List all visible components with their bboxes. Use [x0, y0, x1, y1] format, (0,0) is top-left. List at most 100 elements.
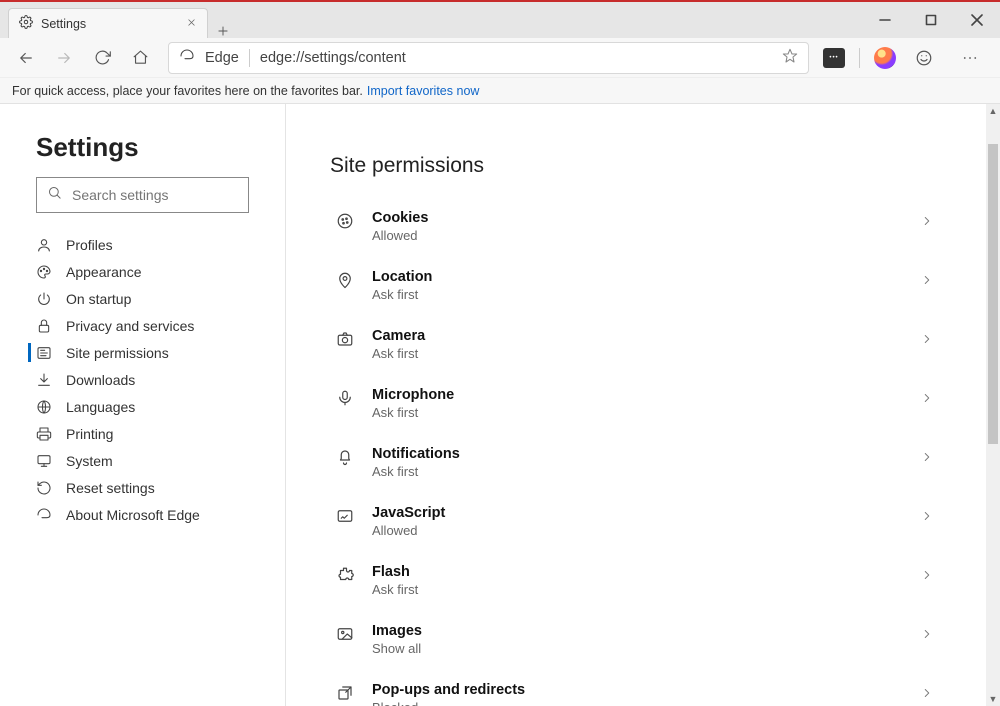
lock-icon: [36, 318, 52, 334]
refresh-button[interactable]: [84, 40, 120, 76]
sidebar-item-privacy-and-services[interactable]: Privacy and services: [0, 312, 285, 339]
sidebar-item-system[interactable]: System: [0, 447, 285, 474]
titlebar: Settings: [0, 2, 1000, 38]
permission-images[interactable]: Images Show all: [330, 613, 940, 666]
permission-title: Pop-ups and redirects: [372, 682, 902, 698]
browser-tab[interactable]: Settings: [8, 8, 208, 38]
permission-title: Microphone: [372, 387, 902, 403]
maximize-button[interactable]: [908, 2, 954, 38]
permission-flash[interactable]: FlashAsk first: [330, 554, 940, 607]
scroll-up-icon[interactable]: ▲: [986, 104, 1000, 118]
toolbar-separator: [859, 48, 860, 68]
search-settings-box[interactable]: [36, 177, 249, 213]
sidebar-item-label: Printing: [66, 426, 113, 442]
permission-status: Allowed: [372, 523, 902, 538]
permission-notifications[interactable]: NotificationsAsk first: [330, 436, 940, 489]
permission-title: JavaScript: [372, 505, 902, 521]
bell-icon: [336, 448, 354, 471]
chevron-right-icon: [920, 568, 934, 587]
download-icon: [36, 372, 52, 388]
minimize-button[interactable]: [862, 2, 908, 38]
js-icon: [336, 507, 354, 530]
permission-cookies[interactable]: CookiesAllowed: [330, 200, 940, 253]
address-brand: Edge: [205, 50, 239, 66]
image-icon: [336, 625, 354, 648]
edge-logo-icon: [179, 48, 195, 68]
permission-status: Blocked: [372, 700, 902, 706]
toolbar: Edge edge://settings/content •••: [0, 38, 1000, 78]
puzzle-icon: [336, 566, 354, 589]
sidebar-item-reset-settings[interactable]: Reset settings: [0, 474, 285, 501]
mic-icon: [336, 389, 354, 412]
section-heading: Site permissions: [330, 154, 940, 178]
profile-avatar[interactable]: [874, 47, 896, 69]
sidebar-item-label: Reset settings: [66, 480, 155, 496]
palette-icon: [36, 264, 52, 280]
permission-title: Notifications: [372, 446, 902, 462]
monitor-icon: [36, 453, 52, 469]
close-window-button[interactable]: [954, 2, 1000, 38]
favorite-star-icon[interactable]: [782, 48, 798, 68]
chevron-right-icon: [920, 214, 934, 233]
sidebar-item-languages[interactable]: Languages: [0, 393, 285, 420]
sidebar-item-label: Privacy and services: [66, 318, 194, 334]
import-favorites-link[interactable]: Import favorites now: [367, 84, 480, 98]
chevron-right-icon: [920, 332, 934, 351]
feedback-smiley-icon[interactable]: [906, 40, 942, 76]
location-icon: [336, 271, 354, 294]
permission-title: Cookies: [372, 210, 902, 226]
scrollbar[interactable]: ▲ ▼: [986, 104, 1000, 706]
sidebar-item-printing[interactable]: Printing: [0, 420, 285, 447]
popup-icon: [336, 684, 354, 706]
permission-microphone[interactable]: Microphone Ask first: [330, 377, 940, 430]
translate-extension-icon[interactable]: •••: [823, 48, 845, 68]
edge-icon: [36, 507, 52, 523]
forward-button[interactable]: [46, 40, 82, 76]
sidebar-item-about-microsoft-edge[interactable]: About Microsoft Edge: [0, 501, 285, 528]
sidebar-item-on-startup[interactable]: On startup: [0, 285, 285, 312]
sidebar-item-label: About Microsoft Edge: [66, 507, 200, 523]
permission-status: Ask first: [372, 287, 902, 302]
scroll-down-icon[interactable]: ▼: [986, 692, 1000, 706]
search-icon: [47, 185, 62, 205]
sidebar-item-label: Languages: [66, 399, 135, 415]
chevron-right-icon: [920, 509, 934, 528]
sidebar-item-label: Downloads: [66, 372, 135, 388]
sidebar-item-appearance[interactable]: Appearance: [0, 258, 285, 285]
globe-icon: [36, 399, 52, 415]
user-icon: [36, 237, 52, 253]
favorites-bar: For quick access, place your favorites h…: [0, 78, 1000, 104]
new-tab-button[interactable]: [208, 8, 238, 38]
settings-sidebar: Settings ProfilesAppearanceOn startupPri…: [0, 104, 286, 706]
permission-status: Show all: [372, 641, 902, 656]
permission-camera[interactable]: CameraAsk first: [330, 318, 940, 371]
permission-location[interactable]: Location Ask first: [330, 259, 940, 312]
sidebar-item-label: Site permissions: [66, 345, 169, 361]
address-bar[interactable]: Edge edge://settings/content: [168, 42, 809, 74]
favorites-hint: For quick access, place your favorites h…: [12, 84, 363, 98]
sidebar-item-label: System: [66, 453, 113, 469]
more-menu-button[interactable]: [952, 40, 988, 76]
permission-pop-ups-and-redirects[interactable]: Pop-ups and redirects Blocked: [330, 672, 940, 706]
sidebar-item-downloads[interactable]: Downloads: [0, 366, 285, 393]
address-url: edge://settings/content: [260, 50, 406, 66]
search-input[interactable]: [72, 187, 253, 203]
close-tab-icon[interactable]: [186, 17, 197, 31]
back-button[interactable]: [8, 40, 44, 76]
permission-title: Location: [372, 269, 902, 285]
sidebar-item-profiles[interactable]: Profiles: [0, 231, 285, 258]
home-button[interactable]: [122, 40, 158, 76]
permission-javascript[interactable]: JavaScript Allowed: [330, 495, 940, 548]
printer-icon: [36, 426, 52, 442]
permission-title: Images: [372, 623, 902, 639]
permission-title: Flash: [372, 564, 902, 580]
permission-status: Ask first: [372, 346, 902, 361]
chevron-right-icon: [920, 273, 934, 292]
sidebar-item-label: On startup: [66, 291, 131, 307]
permission-status: Ask first: [372, 405, 902, 420]
chevron-right-icon: [920, 686, 934, 705]
power-icon: [36, 291, 52, 307]
sidebar-item-site-permissions[interactable]: Site permissions: [0, 339, 285, 366]
reset-icon: [36, 480, 52, 496]
scrollbar-thumb[interactable]: [988, 144, 998, 444]
